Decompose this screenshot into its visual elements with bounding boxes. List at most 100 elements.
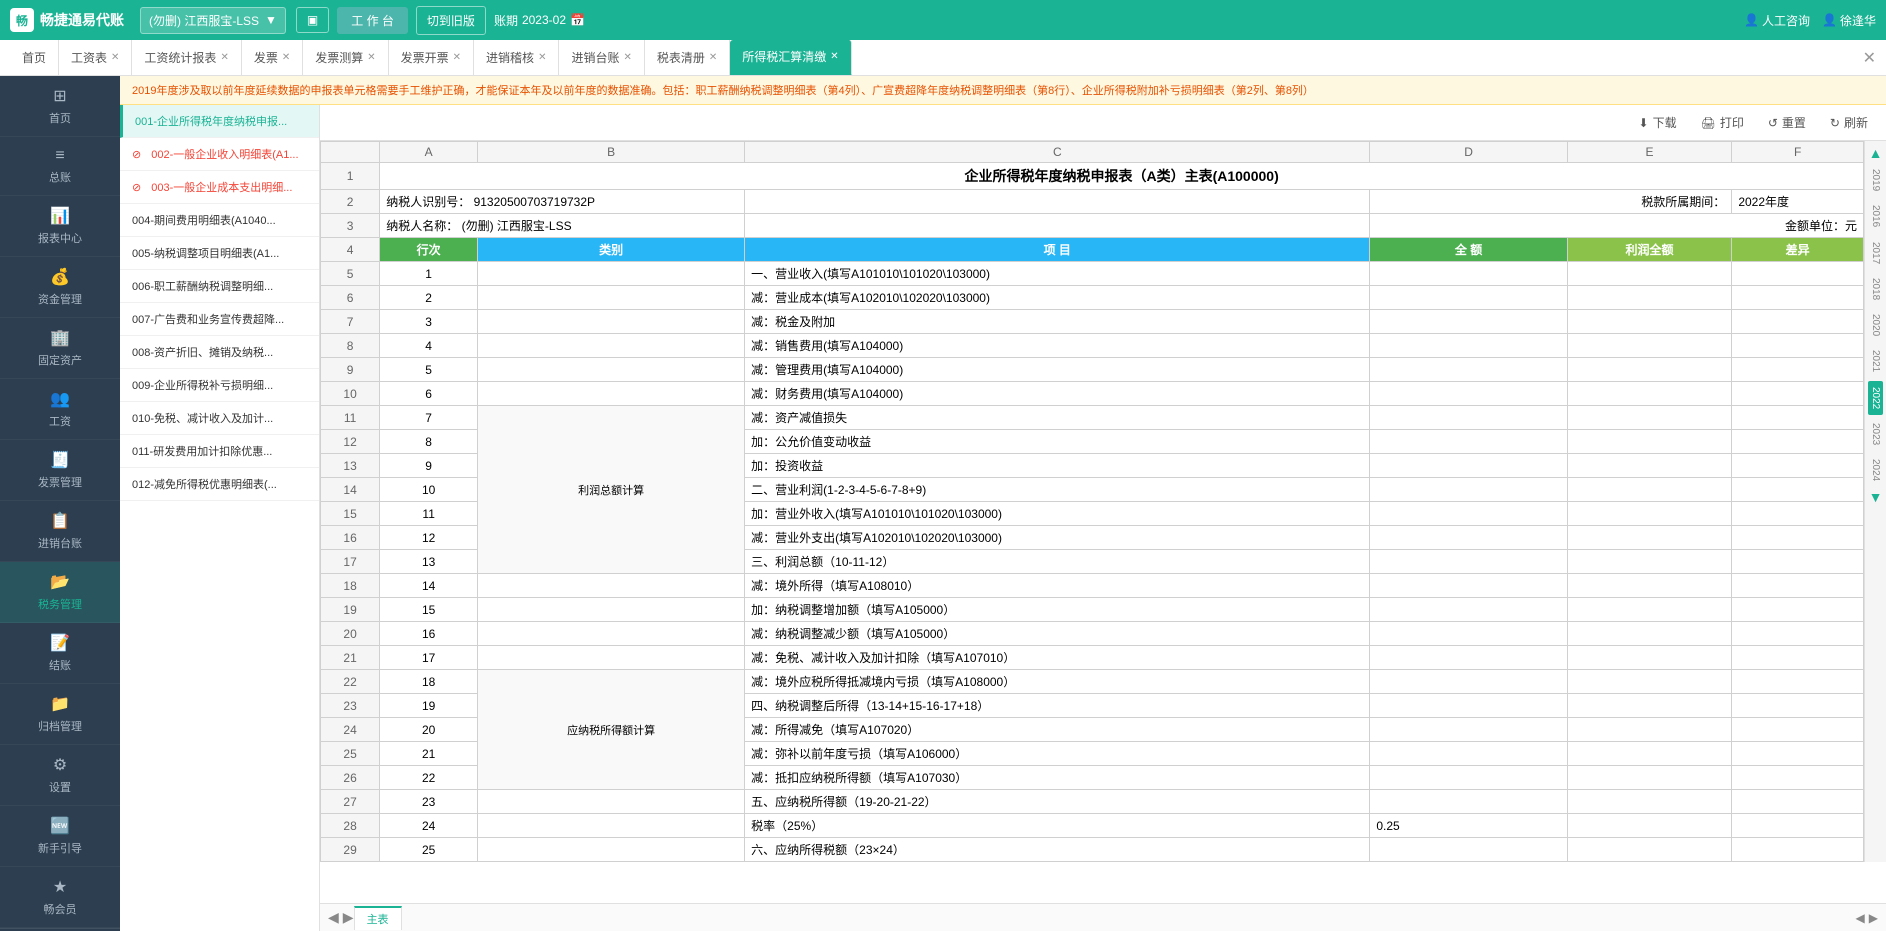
- sidebar-item-archive[interactable]: 📁 归档管理: [0, 684, 120, 745]
- sheet-container[interactable]: A B C D E F: [320, 141, 1886, 903]
- tab-close-all[interactable]: ✕: [1863, 48, 1876, 68]
- tab-invoice[interactable]: 发票 ✕: [242, 40, 303, 76]
- sheet-nav-arrows[interactable]: ◀ ▶: [328, 909, 354, 926]
- year-2022[interactable]: 2022: [1868, 381, 1883, 415]
- sidebar-item-settings[interactable]: ⚙ 设置: [0, 745, 120, 806]
- tab-payroll[interactable]: 工资表 ✕: [59, 40, 132, 76]
- reset-button[interactable]: ↺ 重置: [1762, 111, 1812, 134]
- tab-tax-clearance[interactable]: 税表清册 ✕: [645, 40, 730, 76]
- year-up-arrow[interactable]: ▲: [1869, 145, 1883, 161]
- tab-sales-ledger[interactable]: 进销台账 ✕: [559, 40, 644, 76]
- table-row: 27 23 五、应纳税所得额（19-20-21-22）: [321, 790, 1864, 814]
- row-num: 2: [321, 190, 380, 214]
- right-panel: ⬇ 下载 🖨 打印 ↺ 重置 ↻ 刷新: [320, 105, 1886, 931]
- sidebar-item-assets[interactable]: 🏢 固定资产: [0, 318, 120, 379]
- year-2018[interactable]: 2018: [1868, 272, 1883, 306]
- calendar-icon: 📅: [570, 13, 585, 27]
- error-dot: ⊘: [132, 148, 141, 161]
- list-item-007[interactable]: 007-广告费和业务宣传费超降...: [120, 303, 319, 336]
- sidebar-item-invoices[interactable]: 🧾 发票管理: [0, 440, 120, 501]
- row-num: 1: [321, 163, 380, 190]
- sidebar-item-reports[interactable]: 📊 报表中心: [0, 196, 120, 257]
- table-row: 1 企业所得税年度纳税申报表（A类）主表(A100000): [321, 163, 1864, 190]
- list-item-001[interactable]: 001-企业所得税年度纳税申报...: [120, 105, 319, 138]
- year-2016[interactable]: 2016: [1868, 199, 1883, 233]
- tab-bar: 首页 工资表 ✕ 工资统计报表 ✕ 发票 ✕ 发票测算 ✕ 发票开票 ✕ 进销稽…: [0, 40, 1886, 76]
- tab-invoice-calc[interactable]: 发票测算 ✕: [303, 40, 388, 76]
- year-2021[interactable]: 2021: [1868, 344, 1883, 378]
- download-button[interactable]: ⬇ 下载: [1633, 111, 1683, 134]
- year-2019[interactable]: 2019: [1868, 163, 1883, 197]
- close-icon[interactable]: ✕: [453, 52, 461, 63]
- list-item-002[interactable]: ⊘ 002-一般企业收入明细表(A1...: [120, 138, 319, 171]
- sheet-scroll-area[interactable]: A B C D E F: [320, 141, 1864, 862]
- period-label: 账期: [494, 12, 518, 29]
- sidebar-item-purchase-sales[interactable]: 📋 进销台账: [0, 501, 120, 562]
- sidebar-item-ledger[interactable]: ≡ 总账: [0, 137, 120, 196]
- payroll-icon: 👥: [50, 389, 70, 409]
- close-icon[interactable]: ✕: [282, 52, 290, 63]
- list-item-010[interactable]: 010-免税、减计收入及加计...: [120, 402, 319, 435]
- work-bench-button[interactable]: 工 作 台: [337, 7, 408, 34]
- sidebar-item-guide[interactable]: 🆕 新手引导: [0, 806, 120, 867]
- user-button[interactable]: 👤 徐逢华: [1822, 12, 1876, 29]
- print-button[interactable]: 🖨 打印: [1695, 111, 1750, 134]
- close-icon[interactable]: ✕: [830, 51, 838, 62]
- notice-bar: 2019年度涉及取以前年度延续数据的申报表单元格需要手工维护正确，才能保证本年及…: [120, 76, 1886, 105]
- year-down-arrow[interactable]: ▼: [1869, 489, 1883, 505]
- col-header-B: B: [478, 142, 745, 163]
- list-item-012[interactable]: 012-减免所得税优惠明细表(...: [120, 468, 319, 501]
- company-selector[interactable]: (勿删) 江西服宝-LSS ▼: [140, 7, 286, 34]
- list-item-006[interactable]: 006-职工薪酬纳税调整明细...: [120, 270, 319, 303]
- year-2020[interactable]: 2020: [1868, 308, 1883, 342]
- logo-area: 畅 畅捷通易代账: [10, 8, 130, 32]
- list-item-011[interactable]: 011-研发费用加计扣除优惠...: [120, 435, 319, 468]
- nav-left-icon[interactable]: ◀: [328, 909, 339, 926]
- tax-period-label: 税款所属期间：: [1370, 190, 1732, 214]
- list-item-003[interactable]: ⊘ 003-一般企业成本支出明细...: [120, 171, 319, 204]
- close-icon[interactable]: ✕: [623, 52, 631, 63]
- table-row: 3 纳税人名称： (勿删) 江西服宝-LSS 金额单位：元: [321, 214, 1864, 238]
- top-right: 👤 人工咨询 👤 徐逢华: [1744, 12, 1876, 29]
- list-item-004[interactable]: 004-期间费用明细表(A1040...: [120, 204, 319, 237]
- content-body: 001-企业所得税年度纳税申报... ⊘ 002-一般企业收入明细表(A1...…: [120, 105, 1886, 931]
- tab-invoice-open[interactable]: 发票开票 ✕: [389, 40, 474, 76]
- consult-button[interactable]: 👤 人工咨询: [1744, 12, 1810, 29]
- list-item-005[interactable]: 005-纳税调整项目明细表(A1...: [120, 237, 319, 270]
- sheet-tab-main[interactable]: 主表: [354, 906, 402, 930]
- sidebar-item-membership[interactable]: ★ 畅会员: [0, 867, 120, 928]
- tab-income-tax[interactable]: 所得税汇算清缴 ✕: [730, 40, 851, 76]
- year-2024[interactable]: 2024: [1868, 453, 1883, 487]
- refresh-button[interactable]: ↻ 刷新: [1824, 111, 1874, 134]
- table-row: 8 4 减：销售费用(填写A104000): [321, 334, 1864, 358]
- list-item-008[interactable]: 008-资产折旧、摊销及纳税...: [120, 336, 319, 369]
- sidebar-item-closing[interactable]: 📝 结账: [0, 623, 120, 684]
- sidebar-item-home[interactable]: ⊞ 首页: [0, 76, 120, 137]
- nav-right-icon[interactable]: ▶: [343, 909, 354, 926]
- table-row: 7 3 减：税金及附加: [321, 310, 1864, 334]
- close-icon[interactable]: ✕: [367, 52, 375, 63]
- tab-home[interactable]: 首页: [10, 40, 59, 76]
- year-2023[interactable]: 2023: [1868, 417, 1883, 451]
- tab-sales-audit[interactable]: 进销稽核 ✕: [474, 40, 559, 76]
- list-item-009[interactable]: 009-企业所得税补亏损明细...: [120, 369, 319, 402]
- close-icon[interactable]: ✕: [709, 52, 717, 63]
- invoices-icon: 🧾: [50, 450, 70, 470]
- col-header-row: [321, 142, 380, 163]
- tab-payroll-report[interactable]: 工资统计报表 ✕: [132, 40, 241, 76]
- close-icon[interactable]: ✕: [111, 52, 119, 63]
- close-icon[interactable]: ✕: [538, 52, 546, 63]
- switch-old-button[interactable]: 切到旧版: [416, 6, 486, 35]
- close-icon[interactable]: ✕: [220, 52, 228, 63]
- sidebar-item-finance[interactable]: 💰 资金管理: [0, 257, 120, 318]
- sidebar-item-tax[interactable]: 📂 税务管理: [0, 562, 120, 623]
- doc-icon[interactable]: ▣: [296, 7, 329, 33]
- spreadsheet: A B C D E F: [320, 141, 1864, 862]
- closing-icon: 📝: [50, 633, 70, 653]
- scroll-right-icon[interactable]: ▶: [1869, 911, 1878, 925]
- year-2017[interactable]: 2017: [1868, 236, 1883, 270]
- period-value: 2023-02: [522, 13, 566, 27]
- left-panel: 001-企业所得税年度纳税申报... ⊘ 002-一般企业收入明细表(A1...…: [120, 105, 320, 931]
- scroll-left-icon[interactable]: ◀: [1856, 911, 1865, 925]
- sidebar-item-payroll[interactable]: 👥 工资: [0, 379, 120, 440]
